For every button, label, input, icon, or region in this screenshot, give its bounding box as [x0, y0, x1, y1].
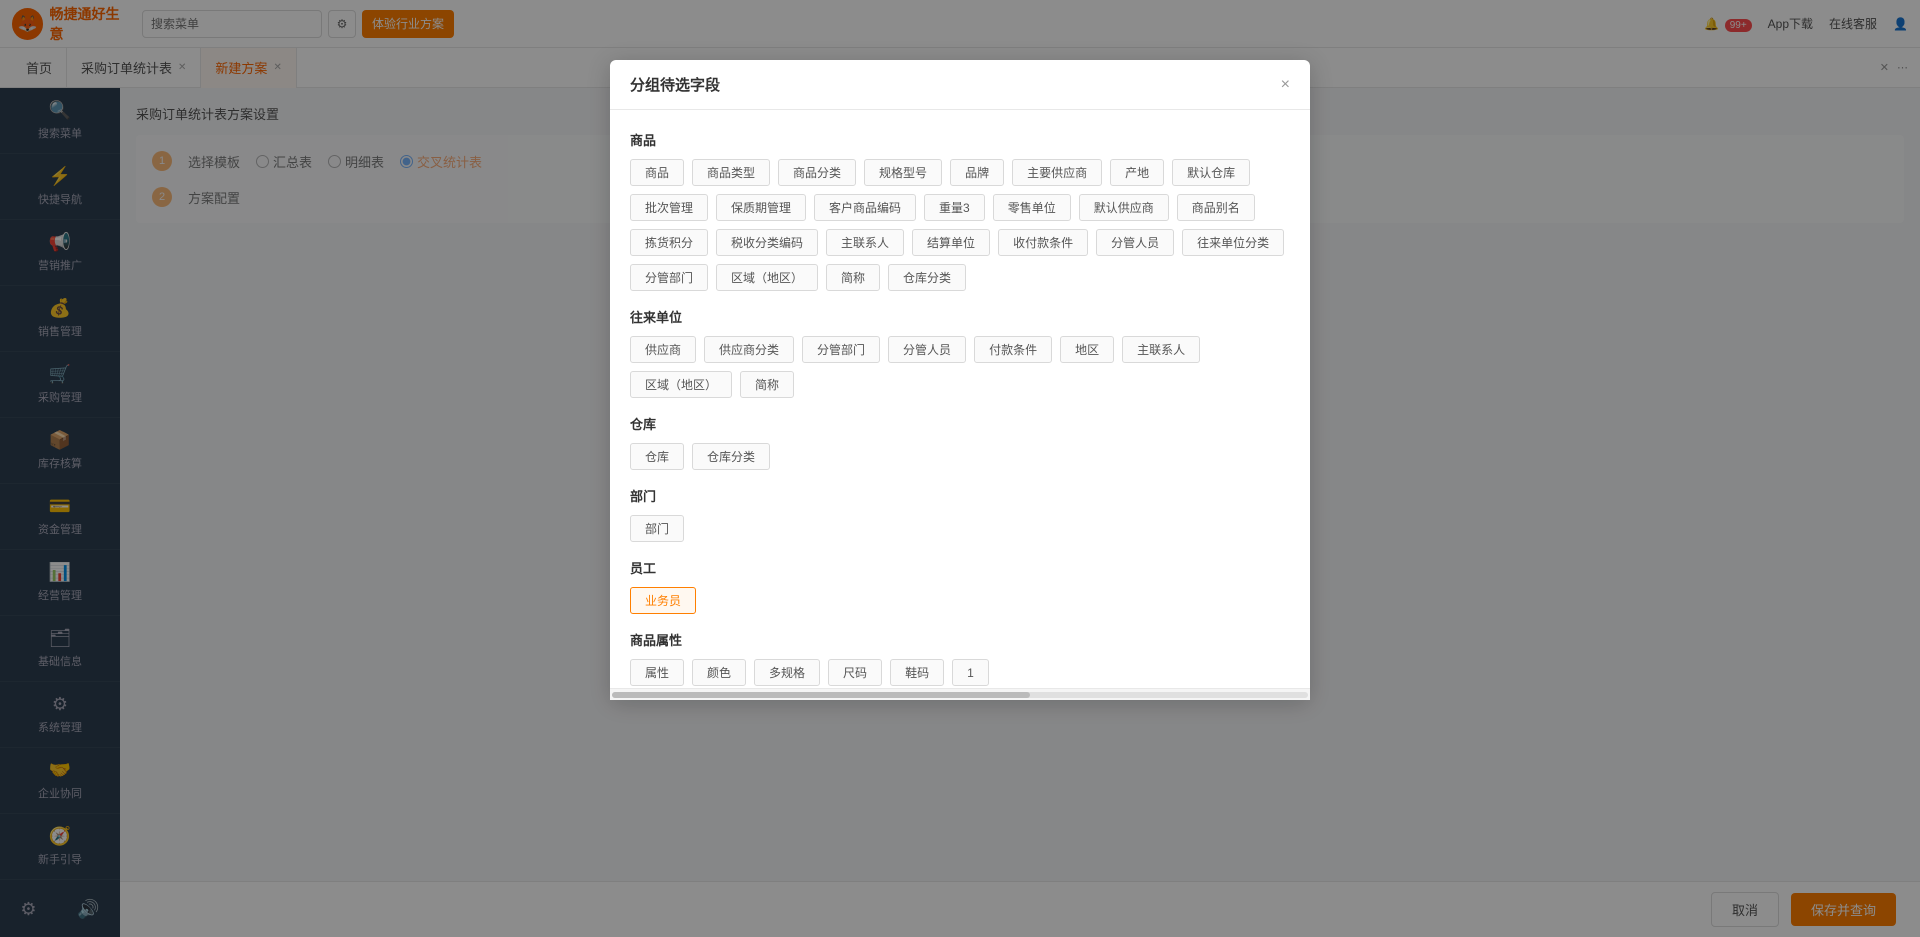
- tag-btn-0-1[interactable]: 商品类型: [692, 159, 770, 186]
- tag-btn-0-13[interactable]: 默认供应商: [1079, 194, 1169, 221]
- tag-btn-0-8[interactable]: 批次管理: [630, 194, 708, 221]
- tag-btn-0-9[interactable]: 保质期管理: [716, 194, 806, 221]
- tag-btn-4-0[interactable]: 业务员: [630, 587, 696, 614]
- tag-btn-0-25[interactable]: 仓库分类: [888, 264, 966, 291]
- modal-body[interactable]: 商品商品商品类型商品分类规格型号品牌主要供应商产地默认仓库批次管理保质期管理客户…: [610, 110, 1310, 688]
- tag-btn-0-10[interactable]: 客户商品编码: [814, 194, 916, 221]
- tag-btn-0-3[interactable]: 规格型号: [864, 159, 942, 186]
- tag-btn-0-15[interactable]: 拣货积分: [630, 229, 708, 256]
- tag-btn-0-7[interactable]: 默认仓库: [1172, 159, 1250, 186]
- tag-btn-3-0[interactable]: 部门: [630, 515, 684, 542]
- section-title-0: 商品: [630, 130, 1290, 149]
- tag-btn-0-0[interactable]: 商品: [630, 159, 684, 186]
- modal: 分组待选字段 × 商品商品商品类型商品分类规格型号品牌主要供应商产地默认仓库批次…: [610, 60, 1310, 700]
- tag-btn-1-0[interactable]: 供应商: [630, 336, 696, 363]
- tag-btn-0-14[interactable]: 商品别名: [1177, 194, 1255, 221]
- modal-overlay: 分组待选字段 × 商品商品商品类型商品分类规格型号品牌主要供应商产地默认仓库批次…: [0, 0, 1920, 937]
- tag-btn-0-21[interactable]: 往来单位分类: [1182, 229, 1284, 256]
- section-title-4: 员工: [630, 558, 1290, 577]
- h-scroll-thumb: [612, 692, 1030, 698]
- tag-btn-0-23[interactable]: 区域（地区）: [716, 264, 818, 291]
- section-title-1: 往来单位: [630, 307, 1290, 326]
- tag-btn-0-22[interactable]: 分管部门: [630, 264, 708, 291]
- tag-btn-5-5[interactable]: 1: [952, 659, 989, 686]
- tag-btn-5-4[interactable]: 鞋码: [890, 659, 944, 686]
- tag-btn-0-6[interactable]: 产地: [1110, 159, 1164, 186]
- tag-btn-0-19[interactable]: 收付款条件: [998, 229, 1088, 256]
- tag-btn-0-17[interactable]: 主联系人: [826, 229, 904, 256]
- tag-btn-1-7[interactable]: 区域（地区）: [630, 371, 732, 398]
- section-tags-5: 属性颜色多规格尺码鞋码 1: [630, 659, 1290, 686]
- tag-btn-0-16[interactable]: 税收分类编码: [716, 229, 818, 256]
- section-title-3: 部门: [630, 486, 1290, 505]
- section-tags-3: 部门: [630, 515, 1290, 542]
- tag-btn-2-0[interactable]: 仓库: [630, 443, 684, 470]
- tag-btn-0-24[interactable]: 简称: [826, 264, 880, 291]
- tag-btn-1-2[interactable]: 分管部门: [802, 336, 880, 363]
- tag-btn-0-4[interactable]: 品牌: [950, 159, 1004, 186]
- tag-btn-1-4[interactable]: 付款条件: [974, 336, 1052, 363]
- tag-btn-1-1[interactable]: 供应商分类: [704, 336, 794, 363]
- section-title-5: 商品属性: [630, 630, 1290, 649]
- section-tags-2: 仓库仓库分类: [630, 443, 1290, 470]
- tag-btn-0-18[interactable]: 结算单位: [912, 229, 990, 256]
- tag-btn-1-6[interactable]: 主联系人: [1122, 336, 1200, 363]
- tag-btn-0-12[interactable]: 零售单位: [993, 194, 1071, 221]
- tag-btn-5-0[interactable]: 属性: [630, 659, 684, 686]
- tag-btn-0-2[interactable]: 商品分类: [778, 159, 856, 186]
- tag-btn-5-1[interactable]: 颜色: [692, 659, 746, 686]
- tag-btn-1-3[interactable]: 分管人员: [888, 336, 966, 363]
- h-scroll-track[interactable]: [612, 692, 1308, 698]
- section-tags-1: 供应商供应商分类分管部门分管人员付款条件地区主联系人区域（地区） 简称: [630, 336, 1290, 398]
- tag-btn-0-5[interactable]: 主要供应商: [1012, 159, 1102, 186]
- tag-btn-1-8[interactable]: 简称: [740, 371, 794, 398]
- tag-btn-2-1[interactable]: 仓库分类: [692, 443, 770, 470]
- tag-btn-5-2[interactable]: 多规格: [754, 659, 820, 686]
- modal-header: 分组待选字段 ×: [610, 60, 1310, 110]
- section-title-2: 仓库: [630, 414, 1290, 433]
- modal-title: 分组待选字段: [630, 74, 720, 95]
- tag-btn-0-11[interactable]: 重量3: [924, 194, 985, 221]
- section-tags-0: 商品商品类型商品分类规格型号品牌主要供应商产地默认仓库批次管理保质期管理客户商品…: [630, 159, 1290, 291]
- tag-btn-1-5[interactable]: 地区: [1060, 336, 1114, 363]
- tag-btn-5-3[interactable]: 尺码: [828, 659, 882, 686]
- section-tags-4: 业务员: [630, 587, 1290, 614]
- tag-btn-0-20[interactable]: 分管人员: [1096, 229, 1174, 256]
- modal-close-button[interactable]: ×: [1281, 76, 1290, 94]
- modal-footer-scroll[interactable]: [610, 688, 1310, 700]
